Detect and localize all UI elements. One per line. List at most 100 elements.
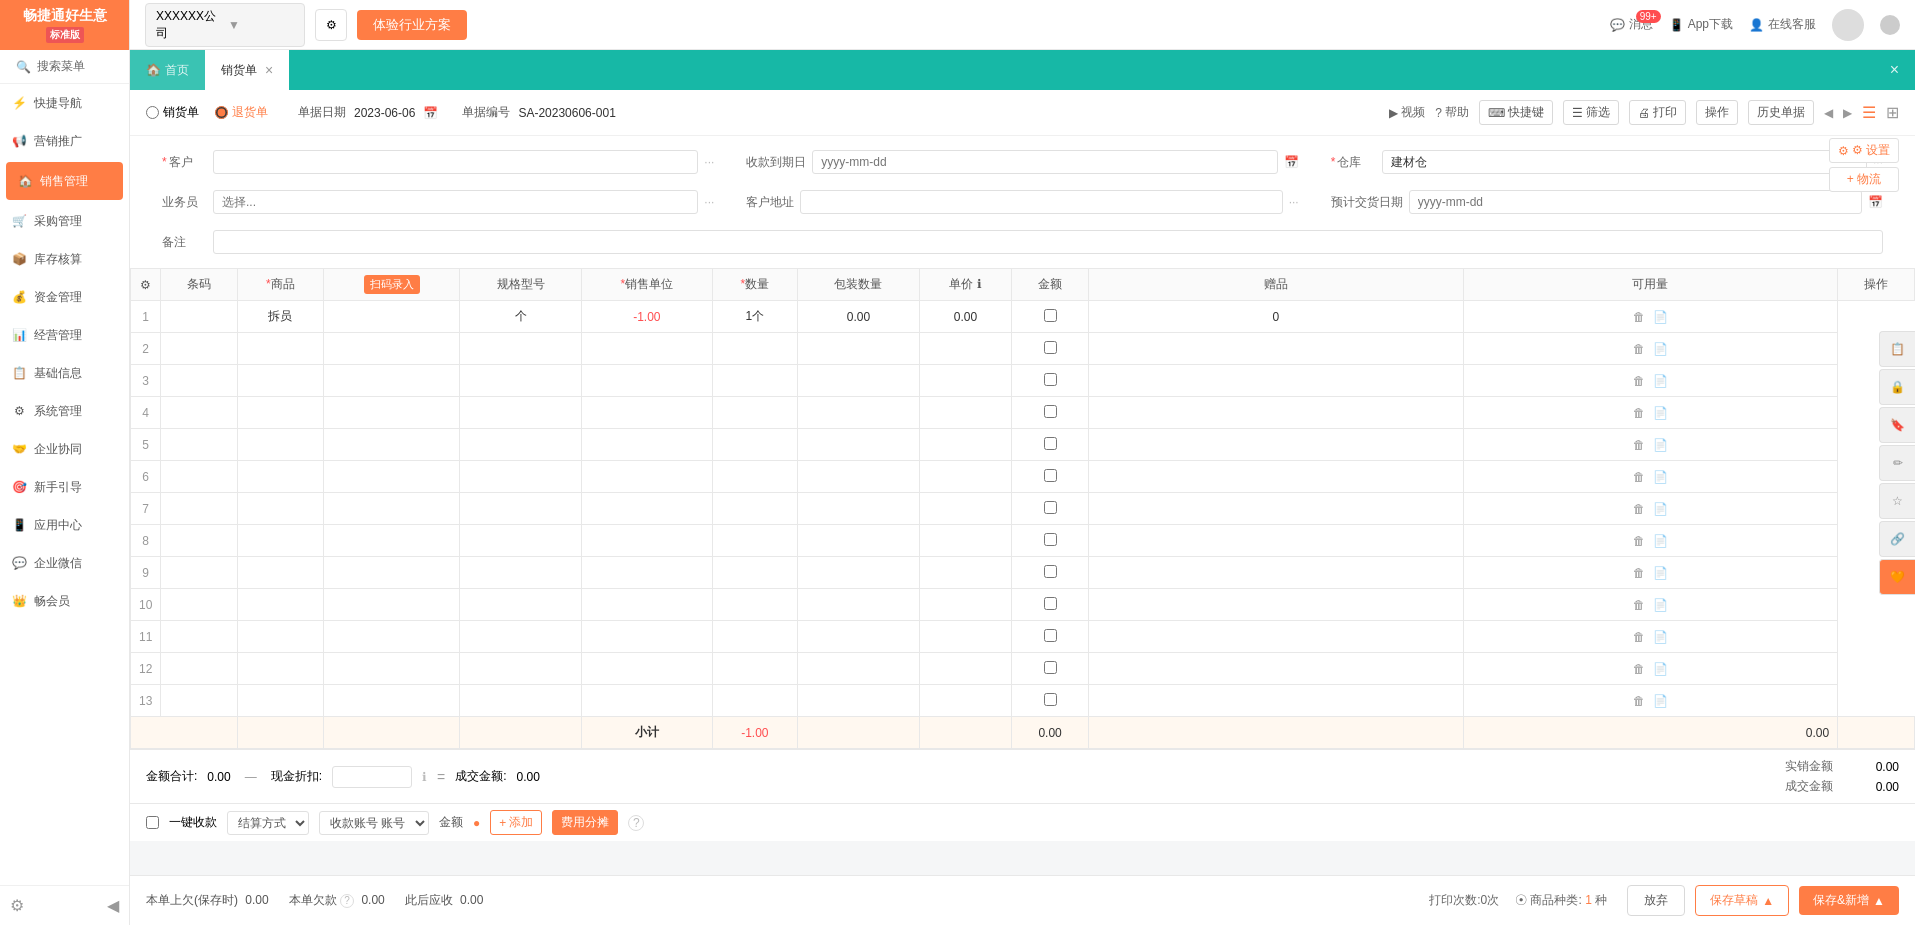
sidebar-item-marketing[interactable]: 📢 营销推广	[0, 122, 129, 160]
copy-icon[interactable]: 📄	[1653, 310, 1668, 324]
row-spec[interactable]	[323, 557, 460, 589]
payment-date-calendar-icon[interactable]: 📅	[1284, 155, 1299, 169]
row-amount[interactable]	[919, 685, 1011, 717]
row-amount[interactable]	[919, 461, 1011, 493]
row-amount[interactable]	[919, 365, 1011, 397]
row-spec[interactable]	[323, 301, 460, 333]
row-barcode[interactable]	[161, 621, 238, 653]
history-btn[interactable]: 历史单据	[1748, 100, 1814, 125]
rt-bookmark-btn[interactable]: 🔖	[1879, 407, 1915, 443]
trial-button[interactable]: 体验行业方案	[357, 10, 467, 40]
one-click-payment-checkbox[interactable]	[146, 816, 159, 829]
add-payment-button[interactable]: + 添加	[490, 810, 542, 835]
row-amount[interactable]	[919, 397, 1011, 429]
row-spec[interactable]	[323, 621, 460, 653]
copy-icon[interactable]: 📄	[1653, 534, 1668, 548]
row-barcode[interactable]	[161, 685, 238, 717]
copy-icon[interactable]: 📄	[1653, 470, 1668, 484]
sidebar-item-guide[interactable]: 🎯 新手引导	[0, 468, 129, 506]
save-draft-button[interactable]: 保存草稿 ▲	[1695, 885, 1789, 916]
row-unit[interactable]	[460, 461, 582, 493]
tab-sales-order[interactable]: 销货单 ×	[205, 50, 289, 90]
row-amount[interactable]	[919, 429, 1011, 461]
tab-close-all[interactable]: ×	[1890, 61, 1899, 79]
sidebar-item-system[interactable]: ⚙ 系统管理	[0, 392, 129, 430]
row-price[interactable]	[798, 461, 920, 493]
row-spec[interactable]	[323, 493, 460, 525]
row-unit[interactable]	[460, 493, 582, 525]
row-gift[interactable]	[1012, 461, 1089, 493]
row-product[interactable]	[238, 493, 324, 525]
row-amount[interactable]	[919, 653, 1011, 685]
tab-close-icon[interactable]: ×	[265, 62, 273, 78]
row-barcode[interactable]	[161, 365, 238, 397]
row-unit[interactable]	[460, 525, 582, 557]
tab-home[interactable]: 🏠 首页	[130, 50, 205, 90]
message-button[interactable]: 💬 消息 99+	[1610, 16, 1653, 33]
grid-icon1[interactable]: ☰	[1862, 103, 1876, 122]
row-barcode[interactable]	[161, 429, 238, 461]
row-qty[interactable]	[582, 621, 712, 653]
sidebar-item-enterprise[interactable]: 🤝 企业协同	[0, 430, 129, 468]
row-unit[interactable]	[460, 365, 582, 397]
row-product[interactable]: 拆员	[238, 301, 324, 333]
row-price[interactable]	[798, 525, 920, 557]
row-product[interactable]	[238, 557, 324, 589]
payment-method-select[interactable]: 结算方式	[227, 811, 309, 835]
customer-dots[interactable]: ···	[704, 155, 714, 169]
row-price[interactable]: 0.00	[798, 301, 920, 333]
shortcut-btn[interactable]: ⌨ 快捷键	[1479, 100, 1553, 125]
gift-checkbox[interactable]	[1044, 405, 1057, 418]
sidebar-item-inventory[interactable]: 📦 库存核算	[0, 240, 129, 278]
fee-split-button[interactable]: 费用分摊	[552, 810, 618, 835]
operation-btn[interactable]: 操作	[1696, 100, 1738, 125]
row-spec[interactable]	[323, 461, 460, 493]
radio-return[interactable]: 退货单	[215, 104, 268, 121]
row-spec[interactable]	[323, 397, 460, 429]
row-unit[interactable]	[460, 429, 582, 461]
row-pack-qty[interactable]	[712, 621, 798, 653]
row-amount[interactable]	[919, 333, 1011, 365]
th-scan[interactable]: 扫码录入	[323, 269, 460, 301]
gift-checkbox[interactable]	[1044, 565, 1057, 578]
payment-date-input[interactable]	[812, 150, 1277, 174]
row-barcode[interactable]	[161, 557, 238, 589]
row-pack-qty[interactable]	[712, 525, 798, 557]
copy-icon[interactable]: 📄	[1653, 566, 1668, 580]
expected-date-input[interactable]	[1409, 190, 1862, 214]
copy-icon[interactable]: 📄	[1653, 502, 1668, 516]
row-pack-qty[interactable]	[712, 653, 798, 685]
row-qty[interactable]	[582, 589, 712, 621]
row-gift[interactable]	[1012, 653, 1089, 685]
delete-icon[interactable]: 🗑	[1633, 534, 1645, 548]
customer-addr-dots[interactable]: ···	[1289, 195, 1299, 209]
delete-icon[interactable]: 🗑	[1633, 470, 1645, 484]
copy-icon[interactable]: 📄	[1653, 598, 1668, 612]
customer-addr-input[interactable]	[800, 190, 1282, 214]
radio-sales-input[interactable]	[146, 106, 159, 119]
company-selector[interactable]: XXXXXX公司 ▼	[145, 3, 305, 47]
row-pack-qty[interactable]	[712, 461, 798, 493]
row-unit[interactable]	[460, 621, 582, 653]
row-price[interactable]	[798, 557, 920, 589]
row-gift[interactable]	[1012, 589, 1089, 621]
row-barcode[interactable]	[161, 653, 238, 685]
row-spec[interactable]	[323, 525, 460, 557]
gift-checkbox[interactable]	[1044, 693, 1057, 706]
gift-checkbox[interactable]	[1044, 373, 1057, 386]
row-spec[interactable]	[323, 365, 460, 397]
row-product[interactable]	[238, 621, 324, 653]
sidebar-item-capital[interactable]: 💰 资金管理	[0, 278, 129, 316]
row-price[interactable]	[798, 653, 920, 685]
copy-icon[interactable]: 📄	[1653, 662, 1668, 676]
delete-icon[interactable]: 🗑	[1633, 342, 1645, 356]
row-qty[interactable]	[582, 493, 712, 525]
row-gift[interactable]	[1012, 557, 1089, 589]
row-unit[interactable]	[460, 333, 582, 365]
print-btn[interactable]: 🖨 打印	[1629, 100, 1686, 125]
row-qty[interactable]	[582, 365, 712, 397]
rt-lock-btn[interactable]: 🔒	[1879, 369, 1915, 405]
row-spec[interactable]	[323, 429, 460, 461]
gift-checkbox[interactable]	[1044, 597, 1057, 610]
row-product[interactable]	[238, 429, 324, 461]
